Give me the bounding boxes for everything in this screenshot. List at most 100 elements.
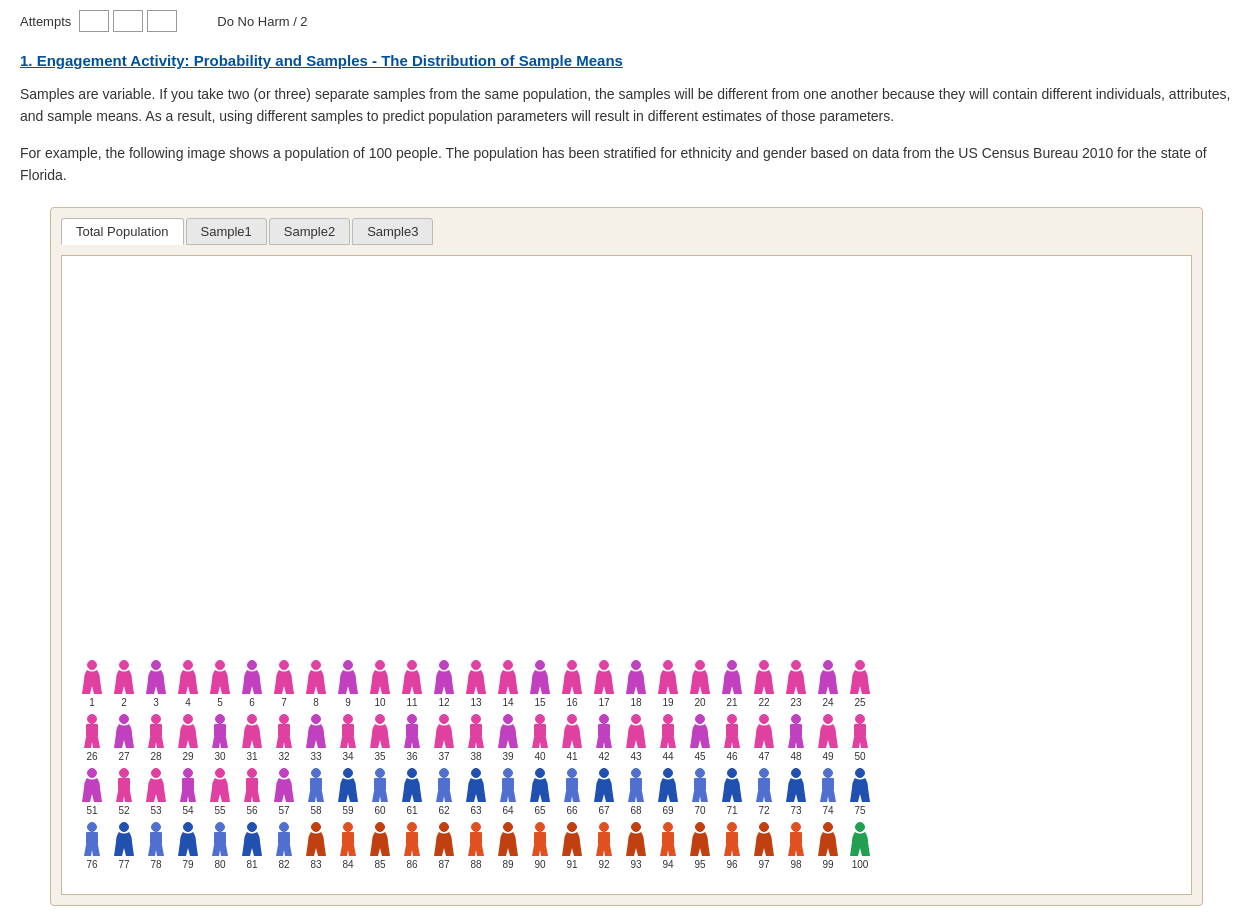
svg-point-0 [88, 660, 97, 669]
figure-number-22: 22 [758, 697, 769, 708]
svg-rect-116 [406, 832, 418, 845]
person-figure-7: 7 [268, 660, 300, 708]
person-figure-81: 81 [236, 822, 268, 870]
svg-point-120 [504, 822, 513, 831]
person-figure-68: 68 [620, 768, 652, 816]
person-figure-93: 93 [620, 822, 652, 870]
figure-number-53: 53 [150, 805, 161, 816]
svg-point-39 [376, 714, 385, 723]
person-figure-41: 41 [556, 714, 588, 762]
figure-number-31: 31 [246, 751, 257, 762]
person-figure-94: 94 [652, 822, 684, 870]
person-figure-19: 19 [652, 660, 684, 708]
figure-number-72: 72 [758, 805, 769, 816]
figure-number-17: 17 [598, 697, 609, 708]
person-figure-51: 51 [76, 768, 108, 816]
person-figure-84: 84 [332, 822, 364, 870]
figure-number-91: 91 [566, 859, 577, 870]
person-figure-97: 97 [748, 822, 780, 870]
figure-number-98: 98 [790, 859, 801, 870]
attempts-box-3[interactable] [147, 10, 177, 32]
svg-point-3 [184, 660, 193, 669]
svg-rect-68 [182, 778, 194, 791]
figure-number-41: 41 [566, 751, 577, 762]
svg-point-66 [152, 768, 161, 777]
svg-rect-107 [214, 832, 226, 845]
figure-number-75: 75 [854, 805, 865, 816]
svg-point-25 [88, 714, 97, 723]
person-figure-4: 4 [172, 660, 204, 708]
tab-sample2[interactable]: Sample2 [269, 218, 350, 245]
tab-sample1[interactable]: Sample1 [186, 218, 267, 245]
svg-point-22 [792, 660, 801, 669]
svg-rect-77 [374, 778, 386, 791]
figure-number-27: 27 [118, 751, 129, 762]
tab-sample3[interactable]: Sample3 [352, 218, 433, 245]
svg-point-33 [248, 714, 257, 723]
svg-point-106 [216, 822, 225, 831]
svg-point-61 [856, 714, 865, 723]
figure-number-96: 96 [726, 859, 737, 870]
svg-point-112 [344, 822, 353, 831]
person-figure-89: 89 [492, 822, 524, 870]
svg-rect-65 [118, 778, 130, 791]
person-figure-71: 71 [716, 768, 748, 816]
svg-rect-122 [534, 832, 546, 845]
person-figure-61: 61 [396, 768, 428, 816]
figure-number-40: 40 [534, 751, 545, 762]
svg-point-11 [440, 660, 449, 669]
person-figure-47: 47 [748, 714, 780, 762]
person-figure-60: 60 [364, 768, 396, 816]
svg-point-60 [824, 714, 833, 723]
tab-container: Total Population Sample1 Sample2 Sample3… [50, 207, 1203, 906]
person-figure-76: 76 [76, 822, 108, 870]
svg-point-73 [312, 768, 321, 777]
attempts-box-1[interactable] [79, 10, 109, 32]
person-figure-23: 23 [780, 660, 812, 708]
svg-point-1 [120, 660, 129, 669]
svg-rect-119 [470, 832, 482, 845]
svg-rect-35 [278, 724, 290, 737]
figure-number-50: 50 [854, 751, 865, 762]
svg-point-6 [280, 660, 289, 669]
figure-number-97: 97 [758, 859, 769, 870]
attempts-label: Attempts [20, 14, 71, 29]
person-figure-78: 78 [140, 822, 172, 870]
svg-rect-56 [726, 724, 738, 737]
figure-number-19: 19 [662, 697, 673, 708]
person-figure-48: 48 [780, 714, 812, 762]
svg-point-85 [568, 768, 577, 777]
figure-number-36: 36 [406, 751, 417, 762]
svg-point-99 [856, 768, 865, 777]
svg-rect-59 [790, 724, 802, 737]
person-figure-86: 86 [396, 822, 428, 870]
svg-point-21 [760, 660, 769, 669]
attempts-box-2[interactable] [113, 10, 143, 32]
svg-point-103 [152, 822, 161, 831]
figure-number-13: 13 [470, 697, 481, 708]
figure-number-82: 82 [278, 859, 289, 870]
svg-rect-62 [854, 724, 866, 737]
figure-number-55: 55 [214, 805, 225, 816]
svg-rect-113 [342, 832, 354, 845]
tab-total-population[interactable]: Total Population [61, 218, 184, 245]
person-figure-9: 9 [332, 660, 364, 708]
person-figure-88: 88 [460, 822, 492, 870]
svg-point-2 [152, 660, 161, 669]
person-figure-25: 25 [844, 660, 876, 708]
svg-point-78 [408, 768, 417, 777]
svg-point-130 [728, 822, 737, 831]
section-title: 1. Engagement Activity: Probability and … [20, 52, 1233, 69]
figure-number-24: 24 [822, 697, 833, 708]
figure-number-43: 43 [630, 751, 641, 762]
person-figure-17: 17 [588, 660, 620, 708]
figure-number-42: 42 [598, 751, 609, 762]
svg-point-127 [664, 822, 673, 831]
svg-point-31 [216, 714, 225, 723]
svg-point-84 [536, 768, 545, 777]
svg-point-5 [248, 660, 257, 669]
figure-number-79: 79 [182, 859, 193, 870]
person-figure-2: 2 [108, 660, 140, 708]
person-figure-20: 20 [684, 660, 716, 708]
person-figure-64: 64 [492, 768, 524, 816]
